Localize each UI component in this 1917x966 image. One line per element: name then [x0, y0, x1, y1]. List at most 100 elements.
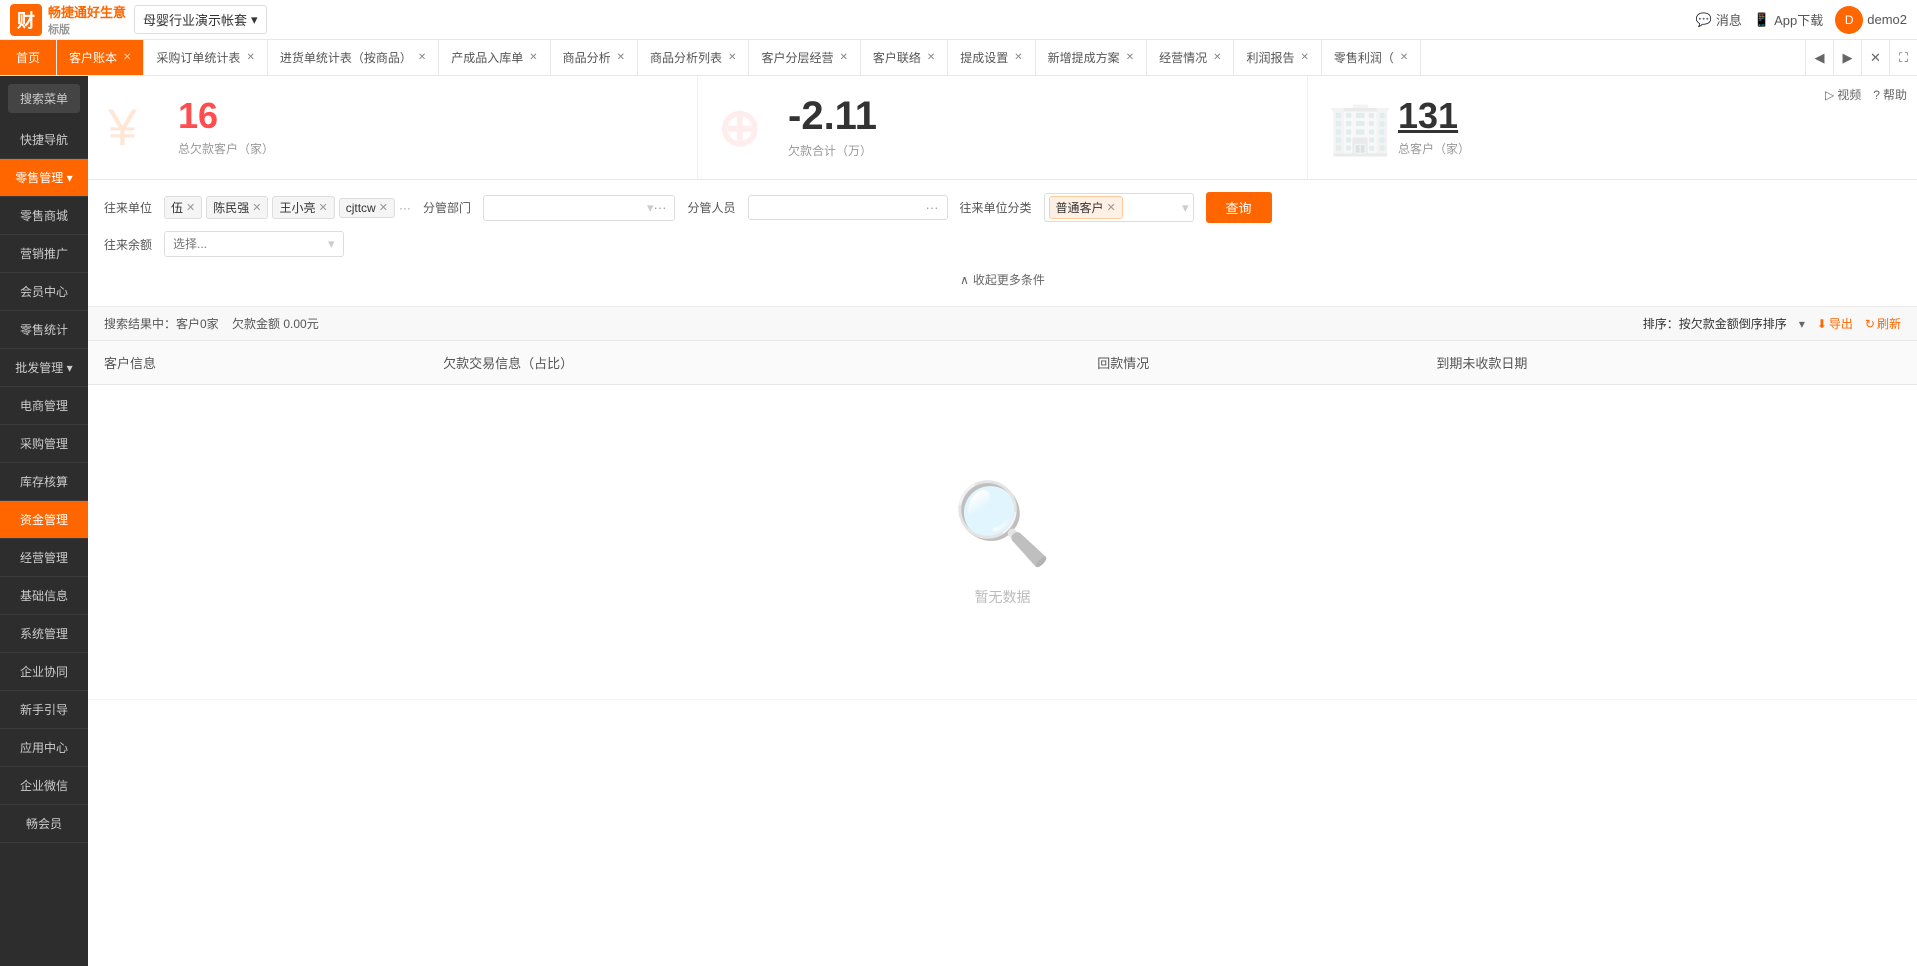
- tab-close-icon[interactable]: ✕: [839, 52, 847, 63]
- tab-fullscreen[interactable]: ⛶: [1889, 40, 1917, 76]
- sidebar-item-marketing[interactable]: 营销推广: [0, 235, 88, 273]
- sidebar-item-retail-mall[interactable]: 零售商城: [0, 197, 88, 235]
- sidebar-item-finance[interactable]: 资金管理: [0, 501, 88, 539]
- unit-tag-3: 王小亮 ✕: [272, 196, 334, 219]
- query-button[interactable]: 查询: [1206, 192, 1272, 223]
- tab-close-icon[interactable]: ✕: [1213, 52, 1221, 63]
- dept-more-icon[interactable]: ···: [653, 200, 666, 215]
- tab-close-icon[interactable]: ✕: [1400, 52, 1408, 63]
- filter-row-2: 往来余额 ▾: [104, 231, 1901, 257]
- tab-add-commission[interactable]: 新增提成方案 ✕: [1036, 40, 1147, 76]
- tab-product-analysis-list[interactable]: 商品分析列表 ✕: [638, 40, 749, 76]
- messages-btn[interactable]: 💬 消息: [1696, 10, 1742, 29]
- tab-close-icon[interactable]: ✕: [246, 52, 254, 63]
- stat-value-all-customers: 131: [1398, 98, 1458, 134]
- filter-bar: 往来单位 伍 ✕ 陈民强 ✕ 王小亮 ✕ cjttcw: [88, 180, 1917, 307]
- sidebar-item-enterprise-wechat[interactable]: 企业微信: [0, 767, 88, 805]
- remove-tag-icon[interactable]: ✕: [252, 201, 261, 214]
- app-download-btn[interactable]: 📱 App下载: [1754, 10, 1823, 29]
- col-header-repayment: 回款情况: [1081, 341, 1420, 385]
- tab-purchase-order[interactable]: 采购订单统计表 ✕: [144, 40, 267, 76]
- chevron-down-icon[interactable]: ▾: [1799, 317, 1805, 331]
- sidebar-item-member-center[interactable]: 会员中心: [0, 273, 88, 311]
- person-filter-input[interactable]: ···: [748, 195, 948, 220]
- tab-close-icon[interactable]: ✕: [123, 52, 131, 63]
- unit-type-select[interactable]: 普通客户 ✕ ▾: [1044, 193, 1194, 222]
- video-link[interactable]: ▷ 视频: [1825, 86, 1861, 103]
- tab-product-storage[interactable]: 产成品入库单 ✕: [439, 40, 550, 76]
- tab-close-all[interactable]: ✕: [1861, 40, 1889, 76]
- sidebar-item-quick-nav[interactable]: 快捷导航: [0, 121, 88, 159]
- logo-icon: 财: [10, 4, 42, 36]
- sidebar-item-operations[interactable]: 经营管理: [0, 539, 88, 577]
- dept-filter-input[interactable]: ▾ ···: [483, 195, 676, 221]
- remove-tag-icon[interactable]: ✕: [186, 201, 195, 214]
- tab-close-icon[interactable]: ✕: [617, 52, 625, 63]
- user-menu[interactable]: D demo2: [1835, 6, 1907, 34]
- tab-close-icon[interactable]: ✕: [529, 52, 537, 63]
- empty-illustration: 🔍: [953, 477, 1053, 571]
- tab-product-analysis[interactable]: 商品分析 ✕: [551, 40, 638, 76]
- unit-tag-2: 陈民强 ✕: [206, 196, 268, 219]
- unit-tag-4: cjttcw ✕: [339, 198, 395, 218]
- sidebar-item-retail[interactable]: 零售管理 ▾: [0, 159, 88, 197]
- person-input[interactable]: [757, 201, 926, 215]
- sidebar-item-inventory[interactable]: 库存核算: [0, 463, 88, 501]
- sidebar-item-purchase[interactable]: 采购管理: [0, 425, 88, 463]
- account-selector[interactable]: 母婴行业演示帐套 ▾: [134, 5, 267, 34]
- sidebar-item-chang-member[interactable]: 畅会员: [0, 805, 88, 843]
- tab-purchase-stat[interactable]: 进货单统计表（按商品） ✕: [268, 40, 439, 76]
- stat-label-customers: 总欠款客户（家）: [178, 140, 274, 157]
- more-tags-btn[interactable]: ···: [399, 201, 411, 215]
- person-filter-label: 分管人员: [687, 199, 735, 216]
- tab-customer-tier[interactable]: 客户分层经营 ✕: [749, 40, 860, 76]
- sort-label: 排序：按欠款金额倒序排序: [1643, 315, 1787, 332]
- search-menu-button[interactable]: 搜索菜单: [8, 84, 80, 113]
- tab-close-icon[interactable]: ✕: [418, 52, 426, 63]
- refresh-button[interactable]: ↻ 刷新: [1865, 315, 1901, 332]
- tab-home[interactable]: 首页: [0, 40, 57, 76]
- sidebar-item-app-center[interactable]: 应用中心: [0, 729, 88, 767]
- tab-prev-arrow[interactable]: ◀: [1805, 40, 1833, 76]
- person-more-icon[interactable]: ···: [926, 200, 939, 215]
- sidebar-item-retail-stats[interactable]: 零售统计: [0, 311, 88, 349]
- sidebar-item-wholesale[interactable]: 批发管理 ▾: [0, 349, 88, 387]
- tab-close-icon[interactable]: ✕: [1014, 52, 1022, 63]
- video-help-area: ▷ 视频 ? 帮助: [1825, 86, 1907, 103]
- collapse-button[interactable]: ∧ 收起更多条件: [960, 265, 1045, 294]
- remove-tag-icon[interactable]: ✕: [379, 201, 388, 214]
- help-link[interactable]: ? 帮助: [1873, 86, 1907, 103]
- tab-close-icon[interactable]: ✕: [1301, 52, 1309, 63]
- sidebar-item-ecommerce[interactable]: 电商管理: [0, 387, 88, 425]
- tab-customer-contact[interactable]: 客户联络 ✕: [861, 40, 948, 76]
- tab-business-status[interactable]: 经营情况 ✕: [1147, 40, 1234, 76]
- sidebar-item-system[interactable]: 系统管理: [0, 615, 88, 653]
- dept-input[interactable]: [492, 201, 647, 215]
- balance-input[interactable]: [173, 237, 328, 251]
- refresh-icon: ↻: [1865, 317, 1875, 331]
- balance-filter-label: 往来余额: [104, 236, 152, 253]
- tab-commission-settings[interactable]: 提成设置 ✕: [948, 40, 1035, 76]
- export-button[interactable]: ⬇ 导出: [1817, 315, 1853, 332]
- sidebar-item-new-guide[interactable]: 新手引导: [0, 691, 88, 729]
- tab-bar: 首页 客户账本 ✕ 采购订单统计表 ✕ 进货单统计表（按商品） ✕ 产成品入库单…: [0, 40, 1917, 76]
- sidebar-item-enterprise-collab[interactable]: 企业协同: [0, 653, 88, 691]
- results-bar: 搜索结果中：客户0家 欠款金额 0.00元 排序：按欠款金额倒序排序 ▾ ⬇ 导…: [88, 307, 1917, 341]
- stat-total-all-customers: 🏢 131 总客户（家） ▷ 视频 ? 帮助: [1308, 76, 1917, 179]
- tab-next-arrow[interactable]: ▶: [1833, 40, 1861, 76]
- remove-tag-icon[interactable]: ✕: [319, 201, 328, 214]
- tab-customer-ledger[interactable]: 客户账本 ✕: [57, 40, 144, 76]
- tab-close-icon[interactable]: ✕: [1126, 52, 1134, 63]
- unit-type-label: 往来单位分类: [960, 199, 1032, 216]
- sidebar: 搜索菜单 快捷导航 零售管理 ▾ 零售商城 营销推广 会员中心 零售统计 批发管…: [0, 76, 88, 966]
- table-wrap: 客户信息 欠款交易信息（占比） 回款情况 到期未收款日期 🔍 暂无数据: [88, 341, 1917, 966]
- tab-close-icon[interactable]: ✕: [728, 52, 736, 63]
- unit-filter-label: 往来单位: [104, 199, 152, 216]
- unit-tags: 伍 ✕ 陈民强 ✕ 王小亮 ✕ cjttcw ✕ ···: [164, 196, 411, 219]
- sidebar-item-basic-info[interactable]: 基础信息: [0, 577, 88, 615]
- balance-filter-input[interactable]: ▾: [164, 231, 344, 257]
- remove-type-tag-icon[interactable]: ✕: [1107, 201, 1116, 214]
- tab-retail-profit[interactable]: 零售利润（ ✕: [1322, 40, 1421, 76]
- tab-close-icon[interactable]: ✕: [927, 52, 935, 63]
- tab-profit-report[interactable]: 利润报告 ✕: [1234, 40, 1321, 76]
